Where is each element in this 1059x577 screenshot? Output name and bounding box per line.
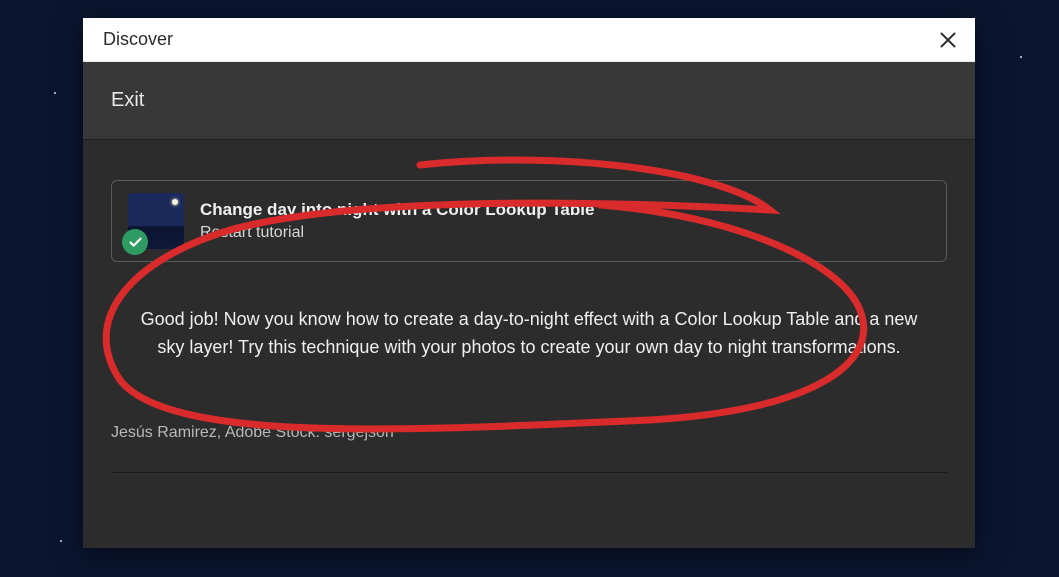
tutorial-thumbnail [128,193,184,249]
tutorial-text: Change day into night with a Color Looku… [200,200,594,242]
discover-panel: Discover Exit Change day into night with… [83,18,975,548]
exit-button[interactable]: Exit [83,62,975,140]
content-area: Change day into night with a Color Looku… [83,140,975,473]
close-icon[interactable] [939,31,957,49]
divider [111,472,947,473]
restart-tutorial-link[interactable]: Restart tutorial [200,224,594,242]
tutorial-card[interactable]: Change day into night with a Color Looku… [111,180,947,262]
check-badge-icon [122,229,148,255]
congrats-message: Good job! Now you know how to create a d… [139,306,919,362]
exit-label: Exit [111,89,144,112]
panel-header: Discover [83,18,975,62]
credits-text: Jesús Ramirez, Adobe Stock: sergejson [111,424,947,442]
tutorial-title: Change day into night with a Color Looku… [200,200,594,220]
panel-title: Discover [103,29,173,50]
panel-body: Exit Change day into night with a Color … [83,62,975,548]
